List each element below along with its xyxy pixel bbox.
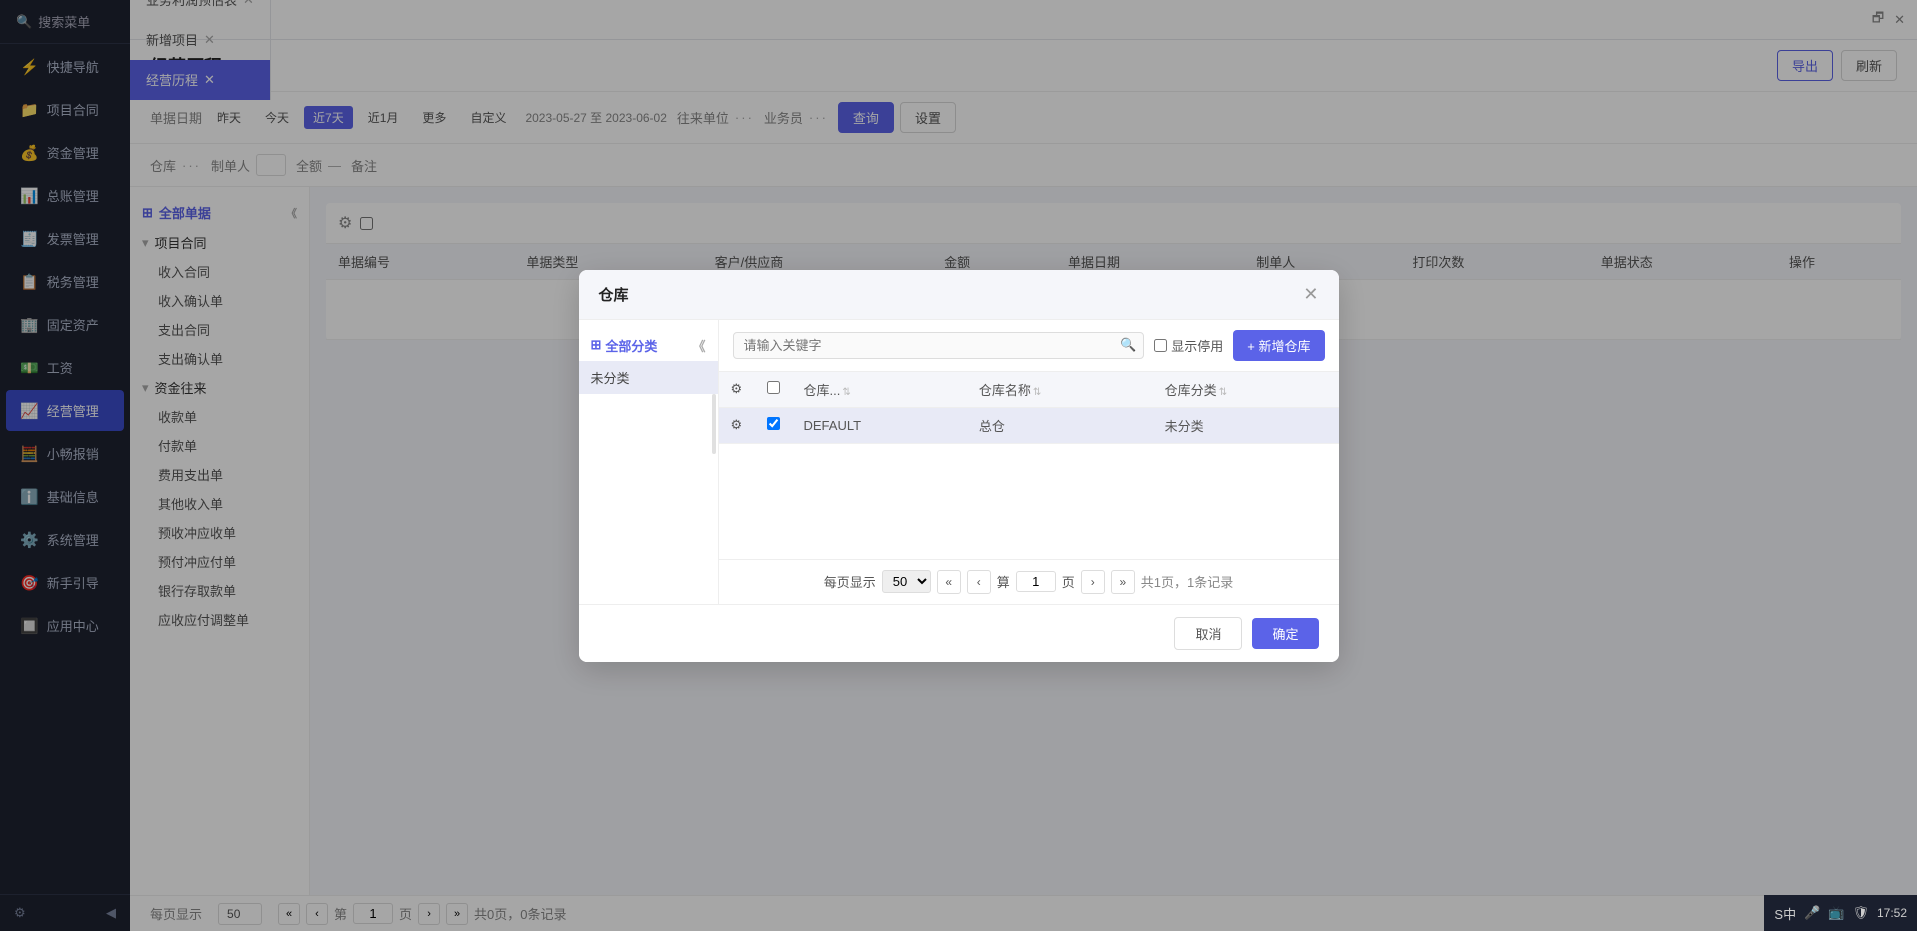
settings-col-icon[interactable]: ⚙ bbox=[731, 381, 743, 396]
uncategorized-label: 未分类 bbox=[591, 371, 630, 386]
modal-search-bar: 🔍 显示停用 + 新增仓库 bbox=[719, 320, 1339, 372]
modal-total-info: 共1页，1条记录 bbox=[1141, 572, 1233, 591]
th-checkbox bbox=[755, 372, 792, 408]
modal-table: ⚙ 仓库...⇅ 仓库名称⇅ 仓库分类⇅ bbox=[719, 372, 1339, 444]
modal-next-page-btn[interactable]: › bbox=[1081, 570, 1105, 594]
modal-table-wrap: ⚙ 仓库...⇅ 仓库名称⇅ 仓库分类⇅ bbox=[719, 372, 1339, 559]
modal-table-row[interactable]: ⚙ DEFAULT 总仓 未分类 bbox=[719, 407, 1339, 443]
modal-search-icon: 🔍 bbox=[1120, 337, 1136, 353]
show-disabled-text: 显示停用 bbox=[1171, 336, 1223, 355]
modal-sidebar-header[interactable]: ⊞ 全部分类 《 bbox=[579, 330, 718, 361]
modal-page-unit: 页 bbox=[1062, 572, 1075, 591]
modal-title: 仓库 bbox=[599, 284, 1304, 305]
modal-table-header-row: ⚙ 仓库...⇅ 仓库名称⇅ 仓库分类⇅ bbox=[719, 372, 1339, 408]
tray-icon-mic[interactable]: 🎤 bbox=[1804, 905, 1820, 921]
modal-last-page-btn[interactable]: » bbox=[1111, 570, 1135, 594]
system-time: 17:52 bbox=[1877, 906, 1907, 920]
modal-page-input[interactable] bbox=[1016, 571, 1056, 592]
modal-sidebar-uncategorized[interactable]: 未分类 bbox=[579, 361, 718, 394]
modal-search-wrap: 🔍 bbox=[733, 332, 1145, 359]
sort-icon-name: ⇅ bbox=[1033, 387, 1041, 398]
modal-row-name: 总仓 bbox=[967, 407, 1153, 443]
modal-header: 仓库 ✕ bbox=[579, 270, 1339, 320]
modal-row-settings[interactable]: ⚙ bbox=[719, 407, 755, 443]
modal-row-checkbox[interactable] bbox=[755, 407, 792, 443]
modal-main: 🔍 显示停用 + 新增仓库 ⚙ bbox=[719, 320, 1339, 604]
modal-sidebar-collapse-icon[interactable]: 《 bbox=[692, 336, 705, 355]
tray-icon-screen[interactable]: 📺 bbox=[1828, 905, 1844, 921]
system-tray: S中 🎤 📺 🛡 17:52 bbox=[1764, 895, 1917, 931]
modal-page-size-label: 每页显示 bbox=[824, 572, 876, 591]
th-warehouse-category: 仓库分类⇅ bbox=[1153, 372, 1339, 408]
modal-prev-page-btn[interactable]: ‹ bbox=[967, 570, 991, 594]
modal-row-category: 未分类 bbox=[1153, 407, 1339, 443]
modal-close-button[interactable]: ✕ bbox=[1303, 284, 1318, 305]
add-warehouse-button[interactable]: + 新增仓库 bbox=[1233, 330, 1324, 361]
modal-sidebar: ⊞ 全部分类 《 未分类 bbox=[579, 320, 719, 604]
th-warehouse-code: 仓库...⇅ bbox=[792, 372, 967, 408]
th-settings: ⚙ bbox=[719, 372, 755, 408]
th-warehouse-name: 仓库名称⇅ bbox=[967, 372, 1153, 408]
modal-search-input[interactable] bbox=[733, 332, 1145, 359]
tray-icon-s[interactable]: S中 bbox=[1774, 904, 1796, 923]
all-categories-label: 全部分类 bbox=[605, 336, 657, 355]
modal-confirm-button[interactable]: 确定 bbox=[1252, 618, 1318, 649]
modal-sidebar-scroll bbox=[579, 394, 718, 594]
modal-pagination: 每页显示 50 « ‹ 算 页 › » 共1页，1条记录 bbox=[719, 559, 1339, 604]
modal-page-label: 算 bbox=[997, 572, 1010, 591]
warehouse-modal: 仓库 ✕ ⊞ 全部分类 《 未分类 bbox=[579, 270, 1339, 662]
tray-icon-shield[interactable]: 🛡 bbox=[1852, 905, 1869, 921]
sort-icon-category: ⇅ bbox=[1219, 387, 1227, 398]
sort-icon-code: ⇅ bbox=[842, 387, 850, 398]
all-categories-icon: ⊞ bbox=[591, 337, 602, 353]
modal-page-size-select[interactable]: 50 bbox=[882, 570, 931, 593]
modal-select-all[interactable] bbox=[767, 381, 780, 394]
modal-cancel-button[interactable]: 取消 bbox=[1174, 617, 1242, 650]
show-disabled-checkbox[interactable] bbox=[1154, 339, 1167, 352]
modal-first-page-btn[interactable]: « bbox=[937, 570, 961, 594]
modal-footer: 取消 确定 bbox=[579, 604, 1339, 662]
modal-body: ⊞ 全部分类 《 未分类 🔍 bbox=[579, 320, 1339, 604]
modal-row-code: DEFAULT bbox=[792, 407, 967, 443]
show-disabled-label: 显示停用 bbox=[1154, 336, 1223, 355]
modal-overlay: 仓库 ✕ ⊞ 全部分类 《 未分类 bbox=[0, 0, 1917, 931]
